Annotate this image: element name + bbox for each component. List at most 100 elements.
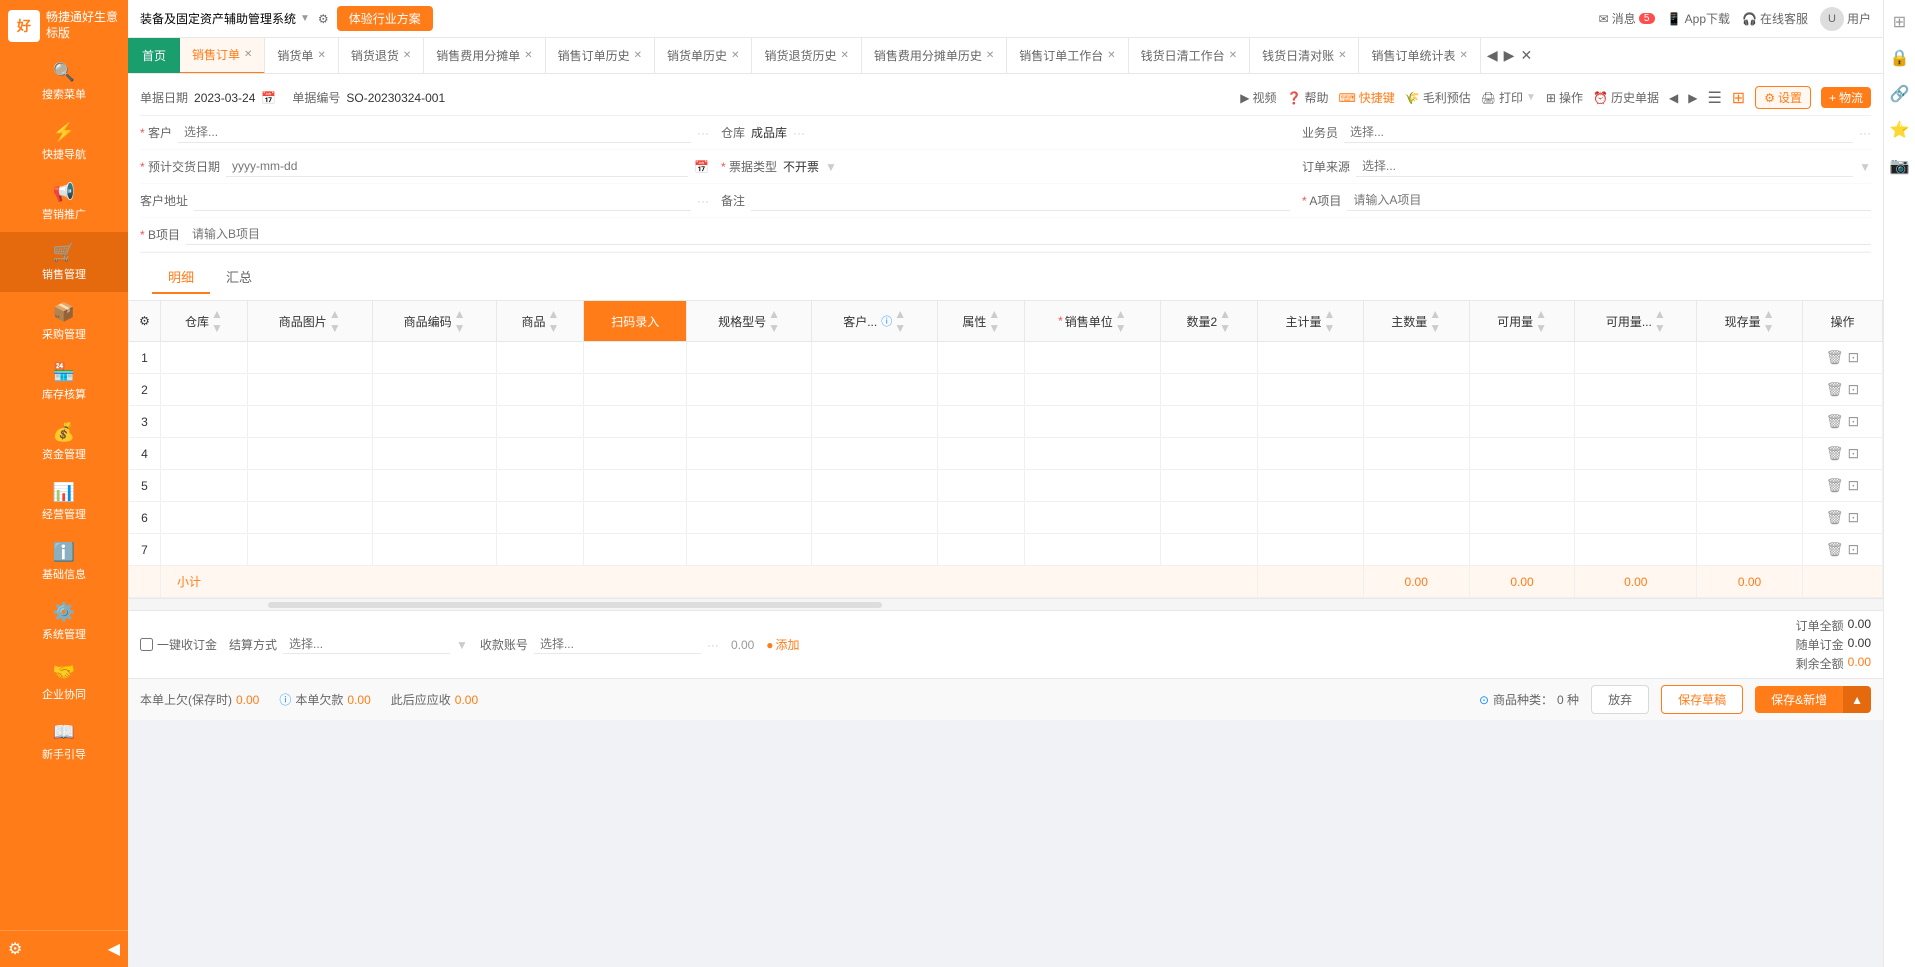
remarks-input[interactable] xyxy=(751,190,1290,211)
ops-btn[interactable]: ⊞ 操作 xyxy=(1546,89,1583,106)
row-attr-2[interactable] xyxy=(938,374,1025,406)
row-spec-2[interactable] xyxy=(687,374,812,406)
setting-button[interactable]: ⚙ 设置 xyxy=(1755,86,1811,109)
payment-dropdown-icon[interactable]: ▼ xyxy=(456,638,468,652)
b-project-input[interactable] xyxy=(186,224,1871,245)
row-code-1[interactable] xyxy=(372,342,497,374)
settings-bottom-icon[interactable]: ⚙ xyxy=(8,939,22,959)
grid-right-icon[interactable]: ⊞ xyxy=(1889,8,1910,36)
row-delete-1[interactable]: 🗑 xyxy=(1826,349,1844,366)
row-warehouse-2[interactable] xyxy=(161,374,248,406)
sidebar-item-guide[interactable]: 📖 新手引导 xyxy=(0,712,128,772)
tab-close-sales-order[interactable]: ✕ xyxy=(244,49,252,60)
row-ccode-2[interactable] xyxy=(811,374,937,406)
row-delete-2[interactable]: 🗑 xyxy=(1826,381,1844,398)
th-scan[interactable]: 扫码录入 xyxy=(584,301,687,342)
row-qty2-1[interactable] xyxy=(1160,342,1257,374)
tab-return[interactable]: 销货退货 ✕ xyxy=(339,38,424,74)
tab-close-return-history[interactable]: ✕ xyxy=(840,50,848,61)
order-source-input[interactable] xyxy=(1356,156,1853,177)
tab-stats[interactable]: 销售订单统计表 ✕ xyxy=(1359,38,1480,74)
address-expand-icon[interactable]: ··· xyxy=(697,194,709,208)
curr-owe-icon[interactable]: ⓘ xyxy=(279,691,291,708)
row-delete-5[interactable]: 🗑 xyxy=(1826,477,1844,494)
print-dropdown-icon[interactable]: ▼ xyxy=(1526,92,1536,103)
row-copy-4[interactable]: ⊡ xyxy=(1848,445,1860,462)
delivery-date-input[interactable] xyxy=(226,156,688,177)
save-new-dropdown-button[interactable]: ▲ xyxy=(1843,686,1871,713)
settings-icon[interactable]: ⚙ xyxy=(318,12,329,26)
expand-btn[interactable]: ⊞ xyxy=(1732,88,1745,108)
row-copy-6[interactable]: ⊡ xyxy=(1848,509,1860,526)
tab-close-sales-invoice[interactable]: ✕ xyxy=(317,50,325,61)
app-download-item[interactable]: 📱 App下载 xyxy=(1667,10,1730,27)
save-draft-button[interactable]: 保存草稿 xyxy=(1661,685,1743,714)
row-product-1[interactable] xyxy=(497,342,584,374)
customer-input[interactable] xyxy=(178,122,691,143)
row-spec-1[interactable] xyxy=(687,342,812,374)
logistics-button[interactable]: + 物流 xyxy=(1821,87,1871,108)
row-delete-7[interactable]: 🗑 xyxy=(1826,541,1844,558)
lock-right-icon[interactable]: 🔒 xyxy=(1886,44,1914,72)
discard-button[interactable]: 放弃 xyxy=(1591,685,1649,714)
row-copy-2[interactable]: ⊡ xyxy=(1848,381,1860,398)
row-ccode-1[interactable] xyxy=(811,342,937,374)
nav-prev-btn[interactable]: ◀ xyxy=(1669,91,1678,105)
row-mainqty-1[interactable] xyxy=(1363,342,1469,374)
tab-expense-split[interactable]: 销售费用分摊单 ✕ xyxy=(424,38,545,74)
tab-close-daily-workbench[interactable]: ✕ xyxy=(1229,50,1237,61)
tab-menu-btn[interactable]: ✕ xyxy=(1518,45,1534,66)
tab-invoice-history[interactable]: 销货单历史 ✕ xyxy=(655,38,752,74)
tab-home[interactable]: 首页 xyxy=(128,38,180,74)
tab-daily-reconcile[interactable]: 钱货日清对账 ✕ xyxy=(1250,38,1359,74)
tab-close-order-history[interactable]: ✕ xyxy=(634,50,642,61)
scrollbar-thumb[interactable] xyxy=(268,602,882,608)
salesperson-input[interactable] xyxy=(1344,122,1853,143)
tab-order-history[interactable]: 销售订单历史 ✕ xyxy=(546,38,655,74)
product-types-icon[interactable]: ⊙ xyxy=(1479,693,1489,707)
sidebar-item-sales[interactable]: 🛒 销售管理 xyxy=(0,232,128,292)
one-key-checkout-label[interactable]: 一键收订金 xyxy=(140,636,217,653)
payment-method-input[interactable] xyxy=(283,635,450,654)
shortcuts-btn[interactable]: ⌨ 快捷键 xyxy=(1338,89,1394,106)
row-delete-3[interactable]: 🗑 xyxy=(1826,413,1844,430)
user-item[interactable]: U 用户 xyxy=(1820,7,1871,31)
collapse-icon[interactable]: ◀ xyxy=(108,939,120,959)
date-picker-icon[interactable]: 📅 xyxy=(694,160,709,174)
save-new-button[interactable]: 保存&新增 xyxy=(1755,686,1843,713)
invoice-type-arrow-icon[interactable]: ▼ xyxy=(825,160,837,174)
tab-close-expense-split[interactable]: ✕ xyxy=(524,50,532,61)
account-expand-icon[interactable]: ··· xyxy=(707,638,719,652)
customer-expand-icon[interactable]: ··· xyxy=(697,126,709,140)
online-service-item[interactable]: 🎧 在线客服 xyxy=(1742,10,1808,27)
industry-plan-button[interactable]: 体验行业方案 xyxy=(337,6,433,31)
row-unit-2[interactable] xyxy=(1025,374,1160,406)
row-copy-3[interactable]: ⊡ xyxy=(1848,413,1860,430)
tab-summary[interactable]: 汇总 xyxy=(210,261,268,294)
row-copy-5[interactable]: ⊡ xyxy=(1848,477,1860,494)
tab-sales-invoice[interactable]: 销货单 ✕ xyxy=(265,38,338,74)
salesperson-expand-icon[interactable]: ··· xyxy=(1859,126,1871,140)
sidebar-item-marketing[interactable]: 📢 营销推广 xyxy=(0,172,128,232)
warehouse-expand-icon[interactable]: ··· xyxy=(793,126,805,140)
scan-right-icon[interactable]: 📷 xyxy=(1886,152,1914,180)
row-qty2-2[interactable] xyxy=(1160,374,1257,406)
calendar-icon[interactable]: 📅 xyxy=(261,91,276,105)
row-delete-6[interactable]: 🗑 xyxy=(1826,509,1844,526)
sidebar-item-search[interactable]: 🔍 搜索菜单 xyxy=(0,52,128,112)
customer-address-input[interactable] xyxy=(194,190,691,211)
horizontal-scrollbar[interactable] xyxy=(128,598,1883,610)
tab-expense-history[interactable]: 销售费用分摊单历史 ✕ xyxy=(862,38,1007,74)
th-gear[interactable]: ⚙ xyxy=(129,301,161,342)
tab-close-return[interactable]: ✕ xyxy=(403,50,411,61)
tab-next-btn[interactable]: ▶ xyxy=(1502,45,1517,66)
row-copy-7[interactable]: ⊡ xyxy=(1848,541,1860,558)
a-project-input[interactable] xyxy=(1347,190,1871,211)
view-toggle-btn[interactable]: ☰ xyxy=(1707,88,1721,108)
nav-next-btn[interactable]: ▶ xyxy=(1688,91,1697,105)
row-product-2[interactable] xyxy=(497,374,584,406)
sidebar-item-basic-info[interactable]: ℹ️ 基础信息 xyxy=(0,532,128,592)
sidebar-item-system[interactable]: ⚙️ 系统管理 xyxy=(0,592,128,652)
tab-close-stats[interactable]: ✕ xyxy=(1460,50,1468,61)
history-btn[interactable]: ⏰ 历史单据 xyxy=(1593,89,1659,106)
